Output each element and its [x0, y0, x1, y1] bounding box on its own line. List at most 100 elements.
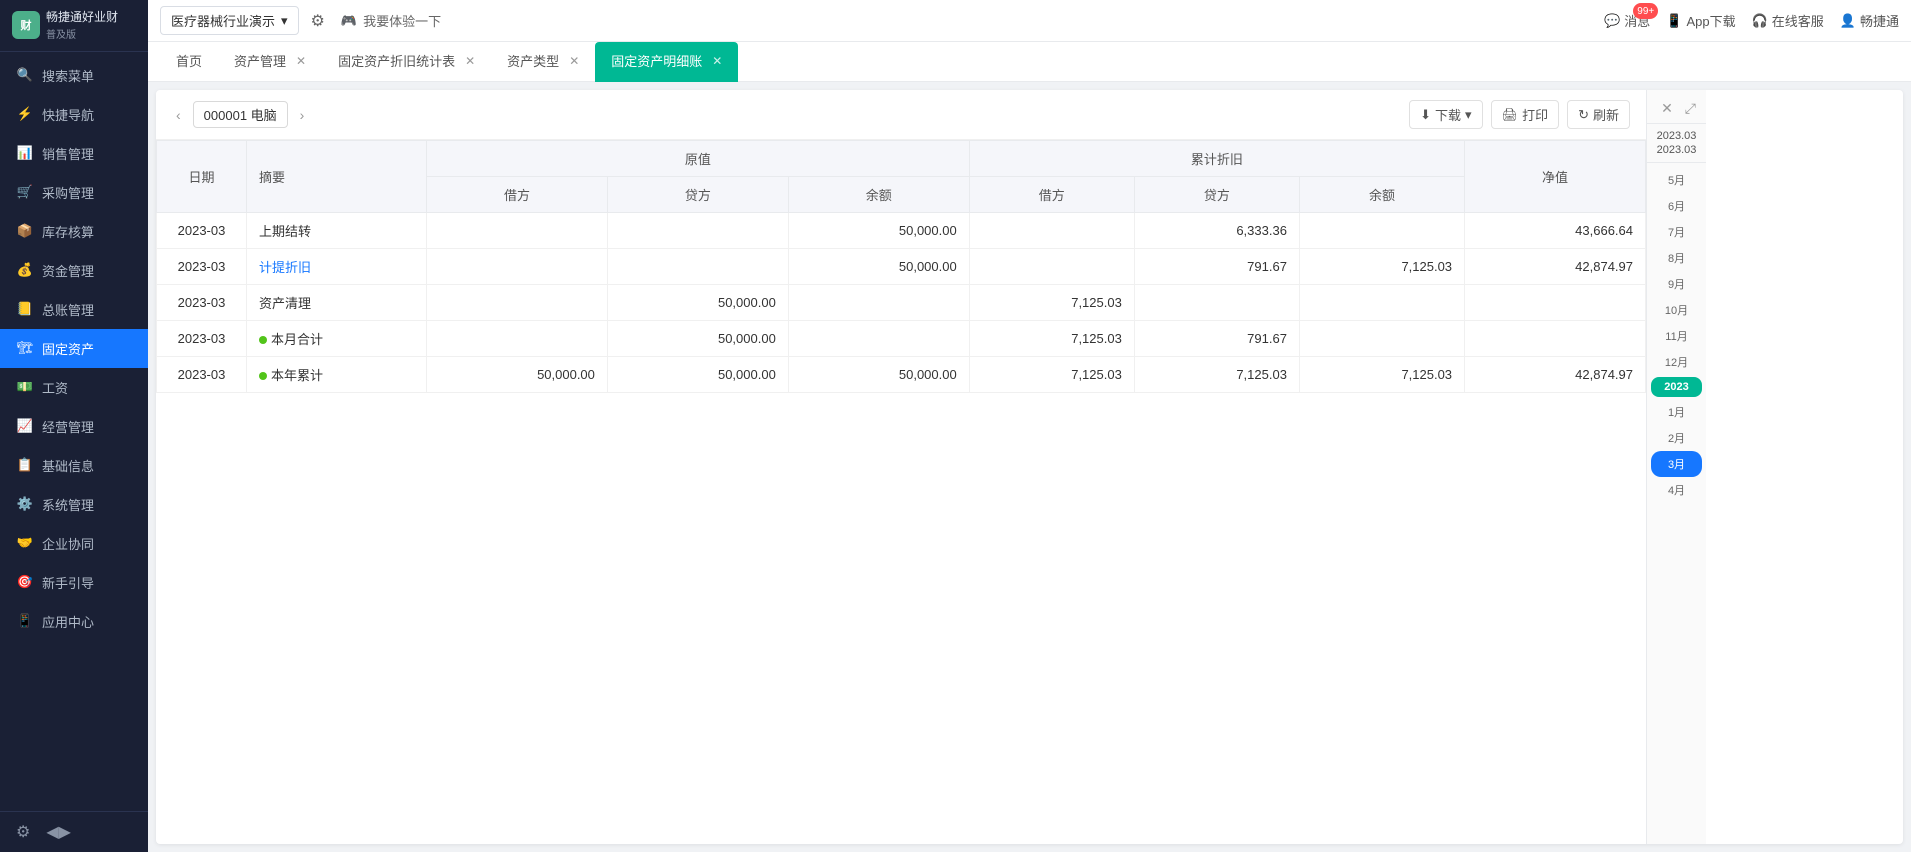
refresh-icon: ↻: [1578, 107, 1589, 123]
sidebar-item-payroll[interactable]: 💵 工资: [0, 368, 148, 407]
sidebar-item-label: 固定资产: [42, 339, 94, 358]
sidebar-item-purchase[interactable]: 🛒 采购管理: [0, 173, 148, 212]
app-selector-chevron-icon: ▾: [281, 13, 288, 29]
cell-ad-credit-3: 791.67: [1134, 321, 1299, 357]
app-selector[interactable]: 医疗器械行业演示 ▾: [160, 6, 299, 35]
app-download-btn[interactable]: 📱 App下载: [1666, 11, 1735, 30]
next-asset-btn[interactable]: ›: [296, 105, 309, 125]
sidebar-item-search[interactable]: 🔍 搜索菜单: [0, 56, 148, 95]
th-ad-balance: 余额: [1299, 177, 1464, 213]
sidebar-item-system[interactable]: ⚙️ 系统管理: [0, 485, 148, 524]
tab-home[interactable]: 首页: [160, 42, 218, 82]
tab-depreciation-close-icon[interactable]: ✕: [465, 55, 475, 67]
support-btn[interactable]: 🎧 在线客服: [1752, 11, 1824, 30]
tab-asset-type-label: 资产类型: [507, 51, 559, 70]
tab-home-label: 首页: [176, 51, 202, 70]
sidebar-item-finance[interactable]: 💰 资金管理: [0, 251, 148, 290]
sidebar-item-base-info[interactable]: 📋 基础信息: [0, 446, 148, 485]
topbar-settings-icon[interactable]: ⚙: [311, 11, 325, 31]
sidebar-item-guide[interactable]: 🎯 新手引导: [0, 563, 148, 602]
logo-sub: 普及版: [46, 26, 118, 41]
timeline-month-2[interactable]: 7月: [1647, 219, 1706, 245]
timeline-month-7[interactable]: 12月: [1647, 349, 1706, 375]
notification-btn[interactable]: 💬 消息 99+: [1604, 11, 1650, 30]
tab-asset-mgmt-close-icon[interactable]: ✕: [296, 55, 306, 67]
cell-ov-balance-3: [788, 321, 969, 357]
tab-asset-detail-close-icon[interactable]: ✕: [712, 55, 722, 67]
user-avatar-icon: 👤: [1840, 13, 1856, 29]
th-net-value: 净值: [1465, 141, 1646, 213]
cell-ov-debit-4: 50,000.00: [427, 357, 608, 393]
collapse-sidebar-btn[interactable]: ◀▶: [46, 822, 71, 842]
timeline-current-year[interactable]: 2023: [1651, 377, 1702, 397]
rph-year2[interactable]: 2023.03: [1653, 144, 1700, 156]
cell-summary-4: 本年累计: [247, 357, 427, 393]
search-icon: 🔍: [16, 66, 34, 84]
notification-badge: 99+: [1633, 3, 1658, 19]
timeline-year-month-3[interactable]: 4月: [1647, 477, 1706, 503]
user-label: 畅捷通: [1860, 11, 1899, 30]
cell-ov-credit-4: 50,000.00: [607, 357, 788, 393]
tab-asset-type[interactable]: 资产类型 ✕: [491, 42, 595, 82]
sidebar-item-label: 库存核算: [42, 222, 94, 241]
sidebar-item-label: 基础信息: [42, 456, 94, 475]
timeline-month-1[interactable]: 6月: [1647, 193, 1706, 219]
refresh-btn[interactable]: ↻ 刷新: [1567, 100, 1630, 129]
cell-ad-debit-1: [969, 249, 1134, 285]
cell-ov-balance-0: 50,000.00: [788, 213, 969, 249]
cell-date-2: 2023-03: [157, 285, 247, 321]
experience-btn[interactable]: 🎮 我要体验一下: [341, 11, 441, 30]
sales-icon: 📊: [16, 144, 34, 162]
sidebar-item-operations[interactable]: 📈 经营管理: [0, 407, 148, 446]
timeline-month-4[interactable]: 9月: [1647, 271, 1706, 297]
finance-icon: 💰: [16, 261, 34, 279]
inventory-icon: 📦: [16, 222, 34, 240]
timeline-year-month-1[interactable]: 2月: [1647, 425, 1706, 451]
cell-ov-balance-1: 50,000.00: [788, 249, 969, 285]
sidebar-item-inventory[interactable]: 📦 库存核算: [0, 212, 148, 251]
tab-asset-type-close-icon[interactable]: ✕: [569, 55, 579, 67]
payroll-icon: 💵: [16, 378, 34, 396]
tab-depreciation-table[interactable]: 固定资产折旧统计表 ✕: [322, 42, 491, 82]
timeline-year-month-2[interactable]: 3月: [1651, 451, 1702, 477]
sidebar-item-label: 采购管理: [42, 183, 94, 202]
app-center-icon: 📱: [16, 612, 34, 630]
link-text[interactable]: 计提折旧: [259, 260, 311, 275]
sidebar-item-fixed-assets[interactable]: 🏗 固定资产: [0, 329, 148, 368]
settings-footer-btn[interactable]: ⚙: [16, 822, 30, 842]
cell-ov-credit-1: [607, 249, 788, 285]
app-selector-label: 医疗器械行业演示: [171, 11, 275, 30]
cell-net-value-1: 42,874.97: [1465, 249, 1646, 285]
tab-asset-mgmt[interactable]: 资产管理 ✕: [218, 42, 322, 82]
sidebar-item-quick-nav[interactable]: ⚡ 快捷导航: [0, 95, 148, 134]
prev-asset-btn[interactable]: ‹: [172, 105, 185, 125]
timeline-month-0[interactable]: 5月: [1647, 167, 1706, 193]
download-btn-label: 下载: [1435, 105, 1461, 124]
timeline-month-6[interactable]: 11月: [1647, 323, 1706, 349]
user-btn[interactable]: 👤 畅捷通: [1840, 11, 1899, 30]
rph-year1[interactable]: 2023.03: [1653, 130, 1700, 142]
cell-ov-debit-0: [427, 213, 608, 249]
panel-close-btn[interactable]: ✕: [1655, 94, 1679, 123]
download-icon: 📱: [1666, 13, 1682, 29]
timeline-month-3[interactable]: 8月: [1647, 245, 1706, 271]
cell-ov-debit-1: [427, 249, 608, 285]
sidebar-item-app-center[interactable]: 📱 应用中心: [0, 602, 148, 641]
green-dot-icon: [259, 336, 267, 344]
sidebar-nav: 🔍 搜索菜单 ⚡ 快捷导航 📊 销售管理 🛒 采购管理 📦 库存核算 💰 资金管…: [0, 52, 148, 811]
right-panel: ✕ ⤢ 2023.03 2023.03 5月6月7月8月9月10月11月12月2…: [1646, 90, 1706, 844]
sidebar-item-sales[interactable]: 📊 销售管理: [0, 134, 148, 173]
timeline-month-5[interactable]: 10月: [1647, 297, 1706, 323]
cell-ov-debit-2: [427, 285, 608, 321]
download-btn[interactable]: ⬇ 下载 ▾: [1409, 100, 1482, 129]
timeline-year-month-0[interactable]: 1月: [1647, 399, 1706, 425]
right-panel-body: 5月6月7月8月9月10月11月12月20231月2月3月4月: [1647, 163, 1706, 844]
logo-icon: 财: [12, 11, 40, 39]
th-date: 日期: [157, 141, 247, 213]
panel-expand-btn[interactable]: ⤢: [1679, 94, 1702, 123]
sidebar-item-ledger[interactable]: 📒 总账管理: [0, 290, 148, 329]
print-btn[interactable]: 🖨 打印: [1491, 100, 1560, 129]
sidebar-item-cooperation[interactable]: 🤝 企业协同: [0, 524, 148, 563]
tab-asset-detail[interactable]: 固定资产明细账 ✕: [595, 42, 738, 82]
tab-asset-mgmt-label: 资产管理: [234, 51, 286, 70]
